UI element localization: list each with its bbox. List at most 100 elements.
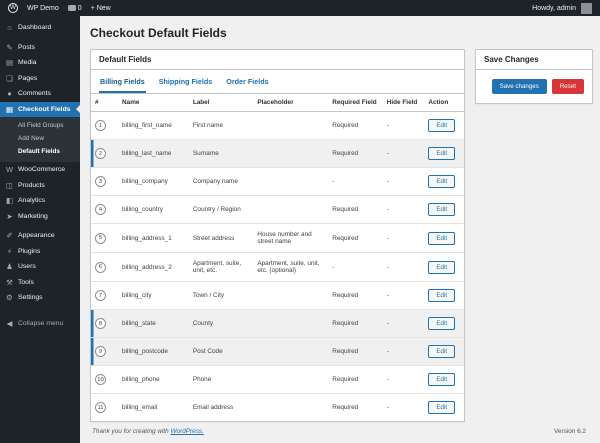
sidebar-item-label: Marketing [18,212,48,220]
sidebar-item-posts[interactable]: ✎ Posts [0,40,80,56]
wordpress-link[interactable]: WordPress. [171,428,204,435]
tab-order-fields[interactable]: Order Fields [225,76,269,93]
fields-table: # Name Label Placeholder Required Field Hide … [91,94,464,421]
sidebar-item-label: Posts [18,43,35,51]
sidebar-item-analytics[interactable]: ◧ Analytics [0,193,80,209]
edit-button[interactable]: Edit [428,317,456,330]
sidebar-item-checkout-fields[interactable]: ▦ Checkout Fields [0,101,80,117]
column-header-: # [91,94,119,112]
admin-bar: W WP Demo 0 + New Howdy, admin [0,0,600,16]
field-hide: - [382,111,425,140]
sidebar-item-label: Plugins [18,247,41,255]
sidebar: ⌂ Dashboard ✎ Posts ▤ Media ❏ Pages ● Co… [0,16,80,443]
field-placeholder [253,167,329,196]
sidebar-item-label: Appearance [18,232,55,240]
sidebar-subitem-all-field-groups[interactable]: All Field Groups [0,119,80,132]
table-row: 8 billing_state County Required - Edit [91,309,464,338]
field-hide: - [386,404,389,411]
sidebar-item-media[interactable]: ▤ Media [0,55,80,71]
table-body: 1 billing_first_name First name Required… [91,111,464,422]
field-hide: - [382,139,425,168]
table-row: 11 billing_email Email address Required … [91,394,464,422]
edit-button[interactable]: Edit [428,231,456,245]
sidebar-menu: ⌂ Dashboard ✎ Posts ▤ Media ❏ Pages ● Co… [0,20,80,331]
field-hide: - [382,223,425,253]
table-header-row: # Name Label Placeholder Required Field Hide … [91,94,464,112]
admin-bar-right: Howdy, admin [532,2,592,14]
field-name: billing_last_name [118,139,189,168]
field-hide: - [382,365,425,394]
sidebar-item-appearance[interactable]: ✐ Appearance [0,228,80,244]
sidebar-item-label: Dashboard [18,24,52,32]
sidebar-subitem-default-fields[interactable]: Default Fields [0,145,80,158]
row-number: 11 [95,402,106,413]
sidebar-item-pages[interactable]: ❏ Pages [0,71,80,87]
sidebar-item-label: Settings [18,294,43,302]
field-required: Required [328,337,383,366]
table-row: 7 billing_city Town / City Required - Ed… [91,281,464,310]
row-number: 5 [95,232,106,244]
table-row: 5 billing_address_1 Street address House… [91,223,464,253]
site-name-link[interactable]: WP Demo [27,5,59,12]
footer: Thank you for creating with WordPress. V… [90,422,588,435]
pages-icon: ❏ [6,73,13,83]
footer-version: Version 6.2 [554,428,586,435]
admin-bar-comments[interactable]: 0 [67,5,82,12]
save-changes-button[interactable]: Save changes [491,79,547,94]
edit-button[interactable]: Edit [428,119,456,132]
field-required: Required [328,139,383,168]
edit-button[interactable]: Edit [428,203,456,216]
column-header-placeholder: Placeholder [253,94,329,112]
new-content-button[interactable]: + New [91,5,111,12]
sidebar-item-label: Analytics [18,197,46,205]
edit-button[interactable]: Edit [428,401,456,414]
tab-shipping-fields[interactable]: Shipping Fields [158,76,214,93]
sidebar-item-settings[interactable]: ⚙ Settings [0,290,80,306]
row-number: 6 [95,261,106,273]
table-row: 4 billing_country Country / Region Requi… [91,195,464,224]
field-required: Required [332,404,359,411]
howdy-admin-link[interactable]: Howdy, admin [532,5,576,12]
sidebar-item-woocommerce[interactable]: W WooCommerce [0,162,80,178]
field-placeholder: House number and street name [253,223,329,253]
wordpress-logo-icon[interactable]: W [8,3,18,13]
users-icon: ♟ [6,262,13,271]
sidebar-item-products[interactable]: ◫ Products [0,178,80,194]
row-number: 9 [95,346,106,357]
field-name: billing_phone [118,365,189,394]
field-hide: - [382,337,425,366]
woocommerce-icon: W [5,165,14,174]
sidebar-item-marketing[interactable]: ➤ Marketing [0,209,80,225]
row-number: 4 [95,204,106,215]
sidebar-item-collapse-menu[interactable]: ◀ Collapse menu [0,316,80,332]
edit-button[interactable]: Edit [428,345,456,358]
sidebar-subitem-add-new[interactable]: Add New [0,132,80,145]
edit-button[interactable]: Edit [428,147,456,160]
sidebar-item-label: Tools [18,278,34,286]
tab-billing-fields[interactable]: Billing Fields [99,76,146,93]
sidebar-item-tools[interactable]: ⚒ Tools [0,275,80,291]
table-row: 3 billing_company Company name - - Edit [91,167,464,196]
field-name: billing_country [118,195,189,224]
sidebar-item-label: Collapse menu [18,319,64,327]
edit-button[interactable]: Edit [428,260,456,274]
save-changes-box: Save Changes Save changes Reset [475,49,593,104]
field-label: Apartment, suite, unit, etc. [188,252,254,282]
row-number: 3 [95,176,106,187]
field-name: billing_postcode [118,337,189,366]
field-name: billing_first_name [118,111,189,140]
column-header-hide-field: Hide Field [382,94,425,112]
reset-button[interactable]: Reset [551,79,584,94]
table-row: 1 billing_first_name First name Required… [91,111,464,140]
edit-button[interactable]: Edit [428,373,456,386]
field-name: billing_state [118,309,189,338]
field-placeholder [253,111,329,140]
row-number: 2 [95,148,106,159]
footer-thanks: Thank you for creating with WordPress. [92,428,204,435]
sidebar-item-dashboard[interactable]: ⌂ Dashboard [0,20,80,36]
edit-button[interactable]: Edit [428,175,456,188]
sidebar-item-plugins[interactable]: ⚡ Plugins [0,244,80,260]
edit-button[interactable]: Edit [428,289,456,302]
sidebar-item-users[interactable]: ♟ Users [0,259,80,275]
sidebar-item-comments[interactable]: ● Comments [0,86,80,102]
